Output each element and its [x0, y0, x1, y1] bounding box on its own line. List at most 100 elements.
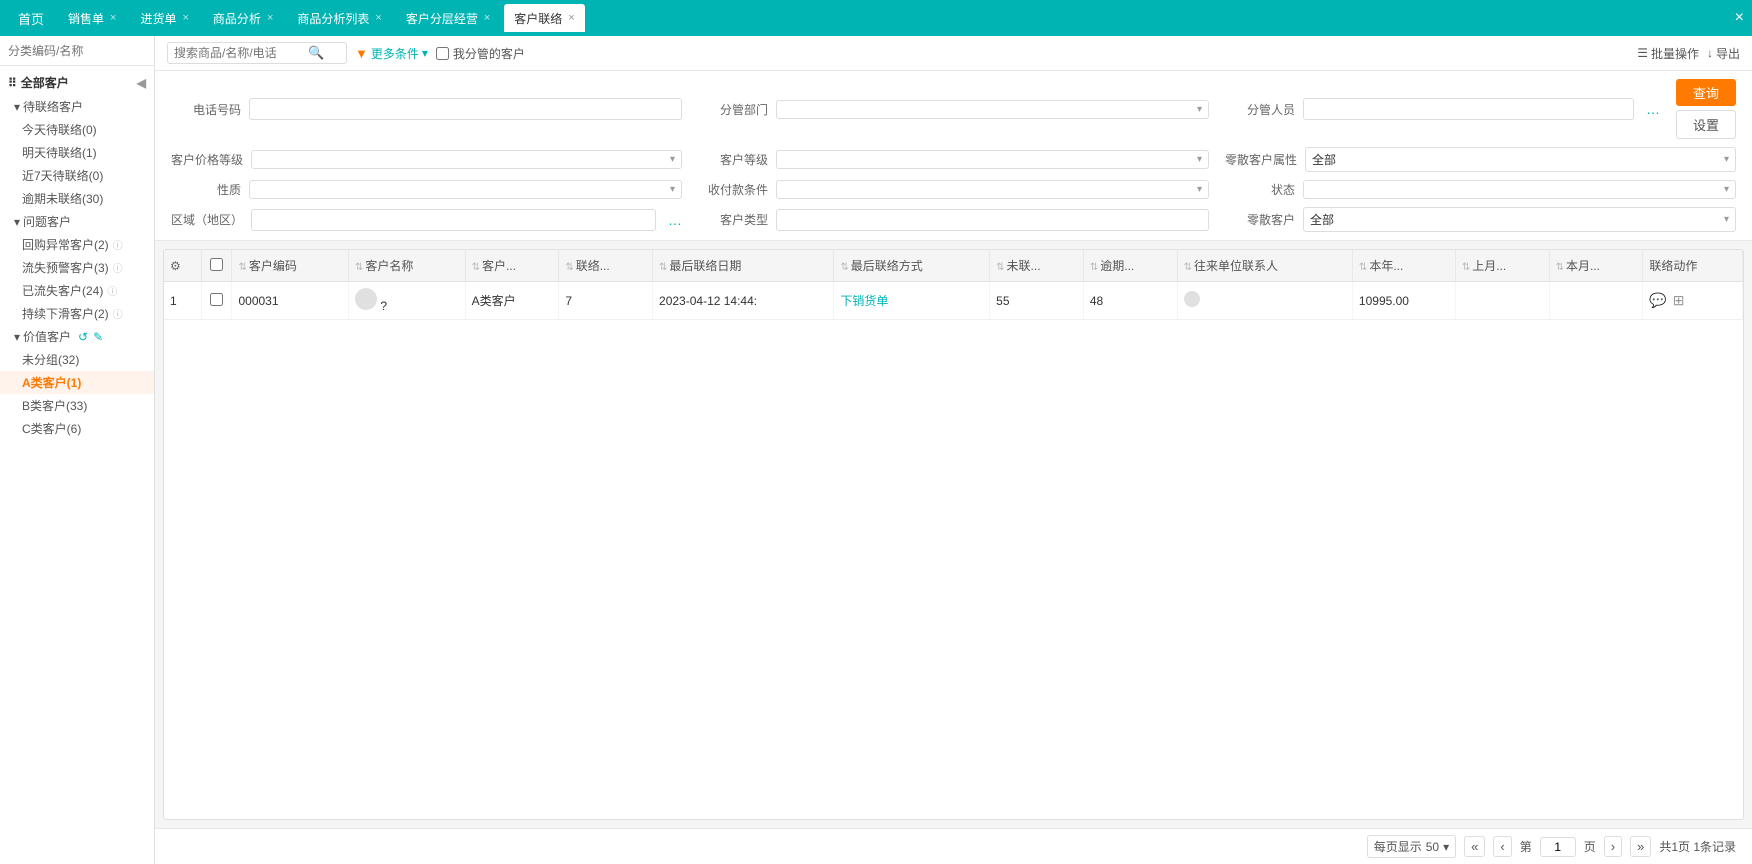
window-close-button[interactable]: × [1735, 9, 1744, 27]
col-settings[interactable]: ⚙ [164, 250, 202, 282]
sort-icon[interactable]: ⇅ [355, 262, 363, 273]
manager-dots-button[interactable]: … [1646, 101, 1660, 117]
close-analysis-tab[interactable]: × [267, 12, 273, 24]
customer-type-input[interactable] [776, 209, 1209, 231]
status-select[interactable]: ▾ [1303, 180, 1736, 199]
search-box[interactable]: 🔍 [167, 42, 347, 64]
sidebar-item-declining[interactable]: 持续下滑客户(2) ⓘ [0, 302, 154, 325]
chevron-down-icon: ▾ [14, 330, 20, 344]
retail-attr-select[interactable]: 全部 ▾ [1305, 147, 1736, 172]
sort-icon[interactable]: ⇅ [659, 262, 667, 273]
chevron-down-icon: ▾ [14, 215, 20, 229]
nature-select[interactable]: ▾ [249, 180, 682, 199]
message-action-icon[interactable]: 💬 [1649, 292, 1666, 309]
prev-page-button[interactable]: ‹ [1493, 836, 1511, 857]
last-contact-link[interactable]: 下销货单 [840, 294, 888, 308]
sidebar-item-class-a[interactable]: A类客户(1) [0, 371, 154, 394]
nav-tab-customer-tier[interactable]: 客户分层经营 × [396, 4, 500, 32]
link-action-icon[interactable]: ⊞ [1673, 292, 1685, 309]
table-settings-icon[interactable]: ⚙ [170, 259, 181, 273]
main-search-input[interactable] [174, 46, 304, 60]
sort-icon[interactable]: ⇅ [996, 262, 1004, 273]
sidebar-item-7day-pending[interactable]: 近7天待联络(0) [0, 164, 154, 187]
nav-tab-analysis-list[interactable]: 商品分析列表 × [287, 4, 391, 32]
sidebar-group-value[interactable]: ▾ 价值客户 ↺ ✎ [0, 325, 154, 348]
col-checkbox[interactable] [202, 250, 232, 282]
nav-home[interactable]: 首页 [8, 4, 54, 32]
settings-button[interactable]: 设置 [1676, 110, 1736, 139]
filter-panel: 电话号码 分管部门 ▾ 分管人员 … 查询 设置 [155, 71, 1752, 241]
sort-icon[interactable]: ⇅ [1090, 262, 1098, 273]
sort-icon[interactable]: ⇅ [1556, 262, 1564, 273]
close-analysis-list-tab[interactable]: × [375, 12, 381, 24]
price-grade-label: 客户价格等级 [171, 151, 243, 168]
sidebar-search-input[interactable] [8, 44, 155, 58]
sidebar-collapse-btn[interactable]: ◀ [137, 76, 146, 90]
sort-icon[interactable]: ⇅ [238, 262, 246, 273]
nav-tab-sales[interactable]: 销售单 × [58, 4, 126, 32]
sidebar-group-pending[interactable]: ▾ 待联络客户 [0, 95, 154, 118]
export-button[interactable]: ↓ 导出 [1707, 45, 1740, 62]
edit-icon[interactable]: ✎ [93, 330, 103, 344]
refresh-icon[interactable]: ↺ [78, 330, 88, 344]
status-arrow: ▾ [1724, 184, 1729, 195]
manager-input[interactable] [1303, 98, 1634, 120]
sort-icon[interactable]: ⇅ [1359, 262, 1367, 273]
col-no-contact: ⇅未联... [990, 250, 1084, 282]
sort-icon[interactable]: ⇅ [1462, 262, 1470, 273]
region-label: 区域（地区） [171, 211, 243, 228]
sort-icon[interactable]: ⇅ [1184, 262, 1192, 273]
sidebar-item-churned[interactable]: 已流失客户(24) ⓘ [0, 279, 154, 302]
main-search-icon[interactable]: 🔍 [308, 45, 324, 61]
row-last-contact-method[interactable]: 下销货单 [834, 282, 990, 320]
phone-input[interactable] [249, 98, 682, 120]
sidebar-item-today-pending[interactable]: 今天待联络(0) [0, 118, 154, 141]
sort-icon[interactable]: ⇅ [472, 262, 480, 273]
next-page-button[interactable]: › [1604, 836, 1622, 857]
my-customers-checkbox[interactable]: 我分管的客户 [436, 45, 525, 62]
dept-select[interactable]: ▾ [776, 100, 1209, 119]
sidebar-item-unclassified[interactable]: 未分组(32) [0, 348, 154, 371]
page-number-input[interactable] [1540, 837, 1576, 857]
sidebar-item-churn-warning[interactable]: 流失预警客户(3) ⓘ [0, 256, 154, 279]
retail-customer-select[interactable]: 全部 ▾ [1303, 207, 1736, 232]
close-purchase-tab[interactable]: × [182, 12, 188, 24]
nav-tab-purchase[interactable]: 进货单 × [130, 4, 198, 32]
sidebar-group-problem[interactable]: ▾ 问题客户 [0, 210, 154, 233]
first-page-button[interactable]: « [1464, 836, 1485, 857]
batch-op-icon: ☰ [1637, 46, 1648, 60]
sidebar-item-tomorrow-pending[interactable]: 明天待联络(1) [0, 141, 154, 164]
region-dots-button[interactable]: … [668, 212, 682, 228]
sidebar-search-box[interactable]: 🔍 [0, 36, 154, 66]
more-filters-button[interactable]: ▼ 更多条件 ▾ [355, 45, 428, 62]
info-icon: ⓘ [113, 260, 123, 275]
my-customers-check[interactable] [436, 47, 449, 60]
sort-icon[interactable]: ⇅ [565, 262, 573, 273]
payment-select[interactable]: ▾ [776, 180, 1209, 199]
sidebar-item-class-b[interactable]: B类客户(33) [0, 394, 154, 417]
customer-grade-select[interactable]: ▾ [776, 150, 1209, 169]
close-customer-tier-tab[interactable]: × [484, 12, 490, 24]
sort-icon[interactable]: ⇅ [840, 262, 848, 273]
region-input[interactable] [251, 209, 656, 231]
sidebar-item-overdue-contact[interactable]: 逾期未联络(30) [0, 187, 154, 210]
col-overdue: ⇅逾期... [1083, 250, 1177, 282]
customer-type-label: 客户类型 [698, 211, 768, 228]
query-button[interactable]: 查询 [1676, 79, 1736, 106]
sidebar-all-customers[interactable]: ⠿ 全部客户 ◀ [0, 70, 154, 95]
close-sales-tab[interactable]: × [110, 12, 116, 24]
price-grade-select[interactable]: ▾ [251, 150, 682, 169]
retail-attr-arrow: ▾ [1724, 154, 1729, 165]
nav-tab-analysis[interactable]: 商品分析 × [203, 4, 283, 32]
row-checkbox-cell[interactable] [202, 282, 232, 320]
sidebar-item-repurchase-abnormal[interactable]: 回购异常客户(2) ⓘ [0, 233, 154, 256]
filter-row-status: 状态 ▾ [1225, 180, 1736, 199]
last-page-button[interactable]: » [1630, 836, 1651, 857]
close-customer-contact-tab[interactable]: × [568, 12, 574, 24]
batch-operation-button[interactable]: ☰ 批量操作 [1637, 45, 1699, 62]
sidebar-item-class-c[interactable]: C类客户(6) [0, 417, 154, 440]
nav-tab-customer-contact[interactable]: 客户联络 × [504, 4, 584, 32]
select-all-checkbox[interactable] [210, 258, 223, 271]
row-checkbox[interactable] [210, 293, 223, 306]
per-page-select[interactable]: 每页显示 50 ▾ [1367, 835, 1456, 858]
